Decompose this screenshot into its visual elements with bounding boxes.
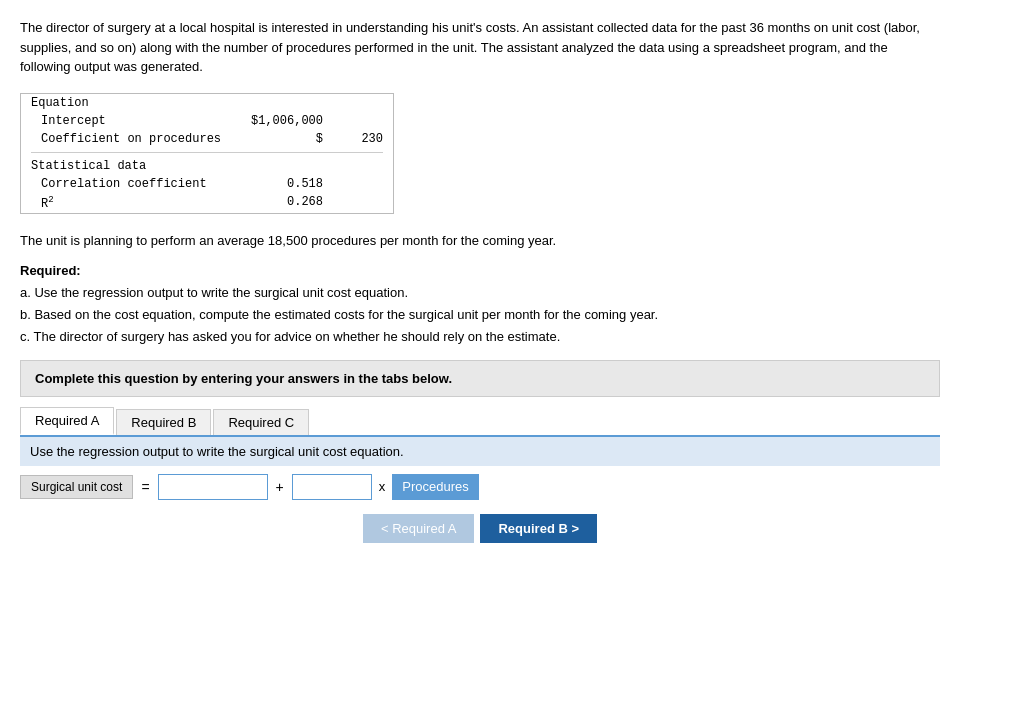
- eq-equals-sign: =: [137, 479, 153, 495]
- correlation-value: 0.518: [241, 175, 333, 193]
- intro-paragraph: The director of surgery at a local hospi…: [20, 18, 940, 77]
- r-squared-label: R2: [21, 193, 241, 213]
- tabs-area: Required A Required B Required C: [20, 407, 940, 437]
- equation-table-container: Equation Intercept $1,006,000 Coefficien…: [20, 93, 394, 214]
- coefficient-label: Coefficient on procedures: [21, 130, 241, 148]
- tab-required-b[interactable]: Required B: [116, 409, 211, 435]
- required-b-text: b. Based on the cost equation, compute t…: [20, 307, 658, 322]
- eq-lhs-label: Surgical unit cost: [20, 475, 133, 499]
- section-equation-label: Equation: [21, 94, 241, 112]
- intercept-value: $1,006,000: [241, 112, 333, 130]
- eq-input-intercept[interactable]: [158, 474, 268, 500]
- tab-required-c[interactable]: Required C: [213, 409, 309, 435]
- required-section: Required: a. Use the regression output t…: [20, 260, 940, 348]
- required-a-text: a. Use the regression output to write th…: [20, 285, 408, 300]
- prev-button[interactable]: < Required A: [363, 514, 475, 543]
- planning-paragraph: The unit is planning to perform an avera…: [20, 233, 940, 248]
- required-c-text: c. The director of surgery has asked you…: [20, 329, 560, 344]
- coefficient-dollar: $: [241, 130, 333, 148]
- complete-box: Complete this question by entering your …: [20, 360, 940, 397]
- r-squared-value: 0.268: [241, 193, 333, 213]
- required-label: Required:: [20, 263, 81, 278]
- eq-procedures-label: Procedures: [392, 474, 478, 500]
- next-button[interactable]: Required B >: [480, 514, 597, 543]
- section-statistical-label: Statistical data: [21, 157, 241, 175]
- correlation-label: Correlation coefficient: [21, 175, 241, 193]
- eq-input-coefficient[interactable]: [292, 474, 372, 500]
- instruction-text: Use the regression output to write the s…: [30, 444, 404, 459]
- coefficient-value: 230: [333, 130, 393, 148]
- equation-row: Surgical unit cost = + x Procedures: [20, 474, 940, 500]
- nav-buttons: < Required A Required B >: [20, 514, 940, 543]
- eq-plus-sign: +: [272, 479, 288, 495]
- intercept-label: Intercept: [21, 112, 241, 130]
- tab-required-a[interactable]: Required A: [20, 407, 114, 435]
- instruction-bar: Use the regression output to write the s…: [20, 437, 940, 466]
- eq-x-sign: x: [376, 479, 389, 494]
